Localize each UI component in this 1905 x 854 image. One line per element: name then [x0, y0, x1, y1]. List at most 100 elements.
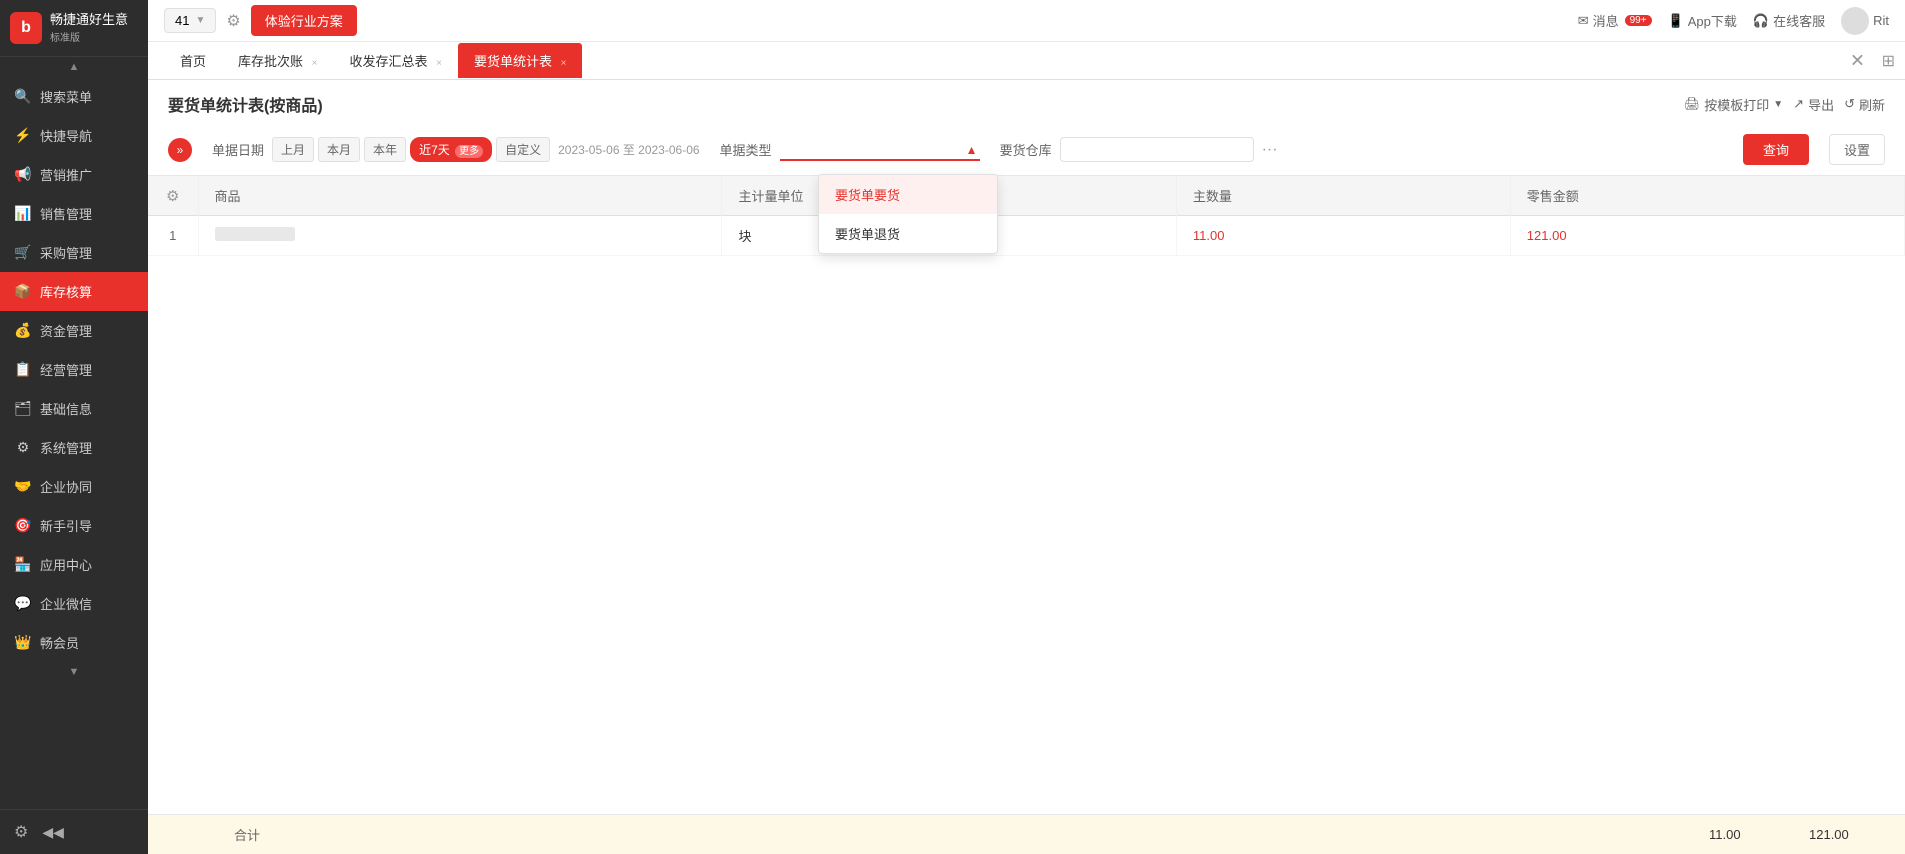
tab-inventory-batch[interactable]: 库存批次账 × [222, 43, 333, 78]
recent7-button[interactable]: 近7天 更多 [410, 137, 492, 162]
sidebar-item-inventory[interactable]: 📦 库存核算 [0, 272, 148, 311]
sidebar-item-enterprise[interactable]: 🤝 企业协同 [0, 467, 148, 506]
mobile-icon: 📱 [1668, 13, 1684, 29]
online-service-button[interactable]: 🎧 在线客服 [1753, 11, 1825, 30]
header-settings-icon[interactable]: ⚙ [226, 11, 240, 31]
search-icon: 🔍 [14, 88, 32, 106]
table-row: 1 块 11.00 121.00 [148, 216, 1905, 256]
sidebar-item-guide[interactable]: 🎯 新手引导 [0, 506, 148, 545]
app-name: 畅捷通好生意 [50, 12, 128, 29]
sidebar-item-system[interactable]: ⚙ 系统管理 [0, 428, 148, 467]
sidebar-footer: ⚙ ◀◀ [0, 809, 148, 854]
dropdown-item-order-request[interactable]: 要货单要货 [819, 175, 997, 214]
sidebar-item-quicknav[interactable]: ⚡ 快捷导航 [0, 116, 148, 155]
print-template-button[interactable]: 🖨 按模板打印 ▼ [1684, 95, 1783, 114]
settings-button[interactable]: 设置 [1829, 134, 1885, 165]
this-month-button[interactable]: 本月 [318, 137, 360, 162]
type-select-input[interactable] [780, 138, 980, 161]
app-download-button[interactable]: 📱 App下载 [1668, 11, 1737, 30]
export-icon: ↗ [1793, 96, 1804, 112]
sidebar-item-operations[interactable]: 📋 经营管理 [0, 350, 148, 389]
footer-amount: 121.00 [1809, 827, 1889, 842]
tab-order-stats-close[interactable]: × [561, 58, 567, 69]
workspace-selector[interactable]: 41 ▼ [164, 8, 216, 33]
row-goods [198, 216, 722, 256]
footer-settings-icon[interactable]: ⚙ [14, 822, 28, 842]
filter-bar: » 单据日期 上月 本月 本年 近7天 更多 自定义 2023-05-06 至 … [148, 124, 1905, 176]
operations-icon: 📋 [14, 361, 32, 379]
tab-order-stats[interactable]: 要货单统计表 × [458, 43, 582, 78]
scroll-up[interactable]: ▲ [0, 57, 148, 77]
sidebar: b 畅捷通好生意 标准版 ▲ 🔍 搜索菜单 ⚡ 快捷导航 📢 营销推广 📊 销售… [0, 0, 148, 854]
query-button[interactable]: 查询 [1743, 134, 1809, 165]
sidebar-item-member[interactable]: 👑 畅会员 [0, 623, 148, 662]
tab-receive-summary[interactable]: 收发存汇总表 × [334, 43, 458, 78]
page-title-bar: 要货单统计表(按商品) 🖨 按模板打印 ▼ ↗ 导出 ↺ 刷新 [148, 80, 1905, 124]
guide-icon: 🎯 [14, 517, 32, 535]
type-label: 单据类型 [720, 140, 772, 159]
appstore-icon: 🏪 [14, 556, 32, 574]
close-all-tabs-icon[interactable]: ✕ [1850, 50, 1865, 71]
prev-month-button[interactable]: 上月 [272, 137, 314, 162]
marketing-icon: 📢 [14, 166, 32, 184]
message-icon: ✉ [1578, 13, 1589, 29]
type-select-arrow-icon[interactable]: ▲ [966, 143, 978, 157]
more-badge: 更多 [455, 145, 483, 158]
top-header: 41 ▼ ⚙ 体验行业方案 ✉ 消息 99+ 📱 App下载 🎧 在线客服 R [148, 0, 1905, 42]
chevron-down-icon: ▼ [195, 15, 205, 26]
row-no: 1 [148, 216, 198, 256]
refresh-button[interactable]: ↺ 刷新 [1844, 95, 1885, 114]
data-table: ⚙ 商品 主计量单位 主数量 零售金额 1 块 [148, 176, 1905, 256]
scroll-down[interactable]: ▼ [0, 662, 148, 682]
date-filter-group: 单据日期 上月 本月 本年 近7天 更多 自定义 2023-05-06 至 20… [212, 137, 700, 162]
app-logo: b 畅捷通好生意 标准版 [0, 0, 148, 57]
table-col-qty: 主数量 [1176, 176, 1510, 216]
app-version: 标准版 [50, 29, 128, 44]
sidebar-item-purchase[interactable]: 🛒 采购管理 [0, 233, 148, 272]
messages-button[interactable]: ✉ 消息 99+ [1578, 11, 1652, 30]
date-label: 单据日期 [212, 140, 264, 159]
date-range-display: 2023-05-06 至 2023-06-06 [558, 141, 699, 158]
headset-icon: 🎧 [1753, 13, 1769, 29]
table-col-settings[interactable]: ⚙ [148, 176, 198, 216]
purchase-icon: 🛒 [14, 244, 32, 262]
dropdown-item-order-return[interactable]: 要货单退货 [819, 214, 997, 253]
tab-home[interactable]: 首页 [164, 43, 222, 78]
table-header-row: ⚙ 商品 主计量单位 主数量 零售金额 [148, 176, 1905, 216]
page-title: 要货单统计表(按商品) [168, 92, 323, 116]
sales-icon: 📊 [14, 205, 32, 223]
expand-icon: » [177, 143, 184, 157]
sidebar-item-finance[interactable]: 💰 资金管理 [0, 311, 148, 350]
sidebar-item-search[interactable]: 🔍 搜索菜单 [0, 77, 148, 116]
user-profile[interactable]: Rit [1841, 7, 1889, 35]
more-options-icon[interactable]: ··· [1262, 141, 1278, 159]
sidebar-item-appstore[interactable]: 🏪 应用中心 [0, 545, 148, 584]
sidebar-item-basic[interactable]: 🗂 基础信息 [0, 389, 148, 428]
footer-collapse-icon[interactable]: ◀◀ [42, 824, 64, 841]
warehouse-filter-group: 要货仓库 ··· [1000, 137, 1278, 162]
footer-qty: 11.00 [1709, 827, 1789, 842]
data-table-area: ⚙ 商品 主计量单位 主数量 零售金额 1 块 [148, 176, 1905, 814]
message-badge: 99+ [1625, 15, 1652, 26]
sidebar-item-marketing[interactable]: 📢 营销推广 [0, 155, 148, 194]
custom-date-button[interactable]: 自定义 [496, 137, 550, 162]
table-col-amount: 零售金额 [1510, 176, 1904, 216]
basic-icon: 🗂 [14, 400, 32, 418]
expand-tabs-icon[interactable]: ⊞ [1882, 51, 1895, 71]
trial-button[interactable]: 体验行业方案 [251, 5, 357, 36]
table-footer: 合计 11.00 121.00 [148, 814, 1905, 854]
workspace-number: 41 [175, 13, 189, 28]
filter-expand-button[interactable]: » [168, 138, 192, 162]
finance-icon: 💰 [14, 322, 32, 340]
print-chevron-icon: ▼ [1773, 99, 1783, 110]
this-year-button[interactable]: 本年 [364, 137, 406, 162]
table-settings-gear-icon[interactable]: ⚙ [166, 188, 179, 205]
export-button[interactable]: ↗ 导出 [1793, 95, 1834, 114]
tab-receive-summary-close[interactable]: × [436, 58, 442, 69]
tab-inventory-batch-close[interactable]: × [312, 58, 318, 69]
member-icon: 👑 [14, 634, 32, 652]
warehouse-input[interactable] [1060, 137, 1254, 162]
warehouse-label: 要货仓库 [1000, 140, 1052, 159]
sidebar-item-wechat[interactable]: 💬 企业微信 [0, 584, 148, 623]
sidebar-item-sales[interactable]: 📊 销售管理 [0, 194, 148, 233]
